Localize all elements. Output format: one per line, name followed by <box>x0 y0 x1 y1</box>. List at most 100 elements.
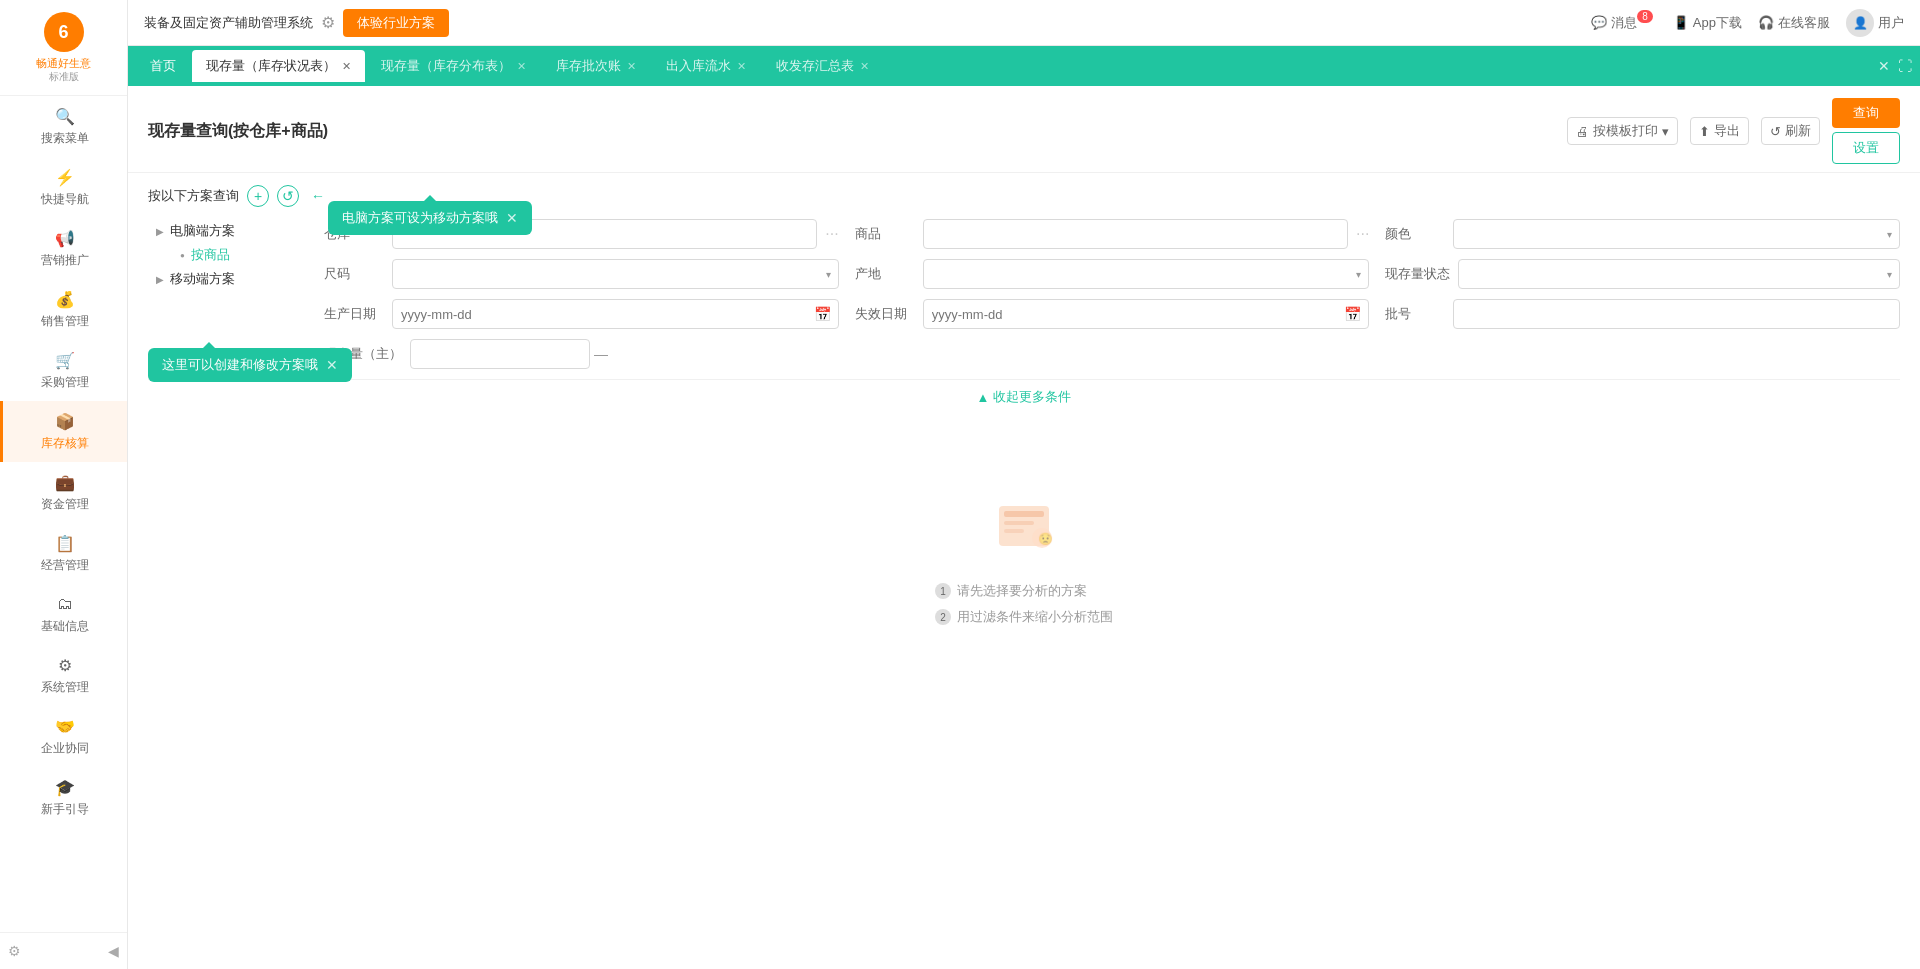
logo-area: 6 畅通好生意 标准版 <box>0 0 127 96</box>
scheme-popover1-text: 电脑方案可设为移动方案哦 <box>342 209 498 227</box>
batch-no-label: 批号 <box>1385 305 1445 323</box>
tab-batch-close[interactable]: ✕ <box>627 60 636 73</box>
inv-main-min[interactable] <box>410 339 590 369</box>
scheme-pc[interactable]: ▶ 电脑端方案 <box>148 219 308 243</box>
sidebar-item-basic[interactable]: 🗂 基础信息 <box>0 584 127 645</box>
tab-bar: 首页 现存量（库存状况表） ✕ 现存量（库存分布表） ✕ 库存批次账 ✕ 出入库… <box>128 46 1920 86</box>
filter-row-1: 仓库 ··· 商品 ··· 颜色 <box>324 219 1900 249</box>
scheme-mobile[interactable]: ▶ 移动端方案 <box>148 267 308 291</box>
collapse-btn[interactable]: ▲ 收起更多条件 <box>148 379 1900 414</box>
sidebar-item-operation[interactable]: 📋 经营管理 <box>0 523 127 584</box>
export-button[interactable]: ⬆ 导出 <box>1690 117 1749 145</box>
exp-date-input[interactable] <box>923 299 1370 329</box>
empty-state: 😟 1 请先选择要分析的方案 2 用过滤条件来缩小分析范围 <box>128 426 1920 694</box>
color-select[interactable] <box>1453 219 1900 249</box>
sidebar-item-marketing[interactable]: 📢 营销推广 <box>0 218 127 279</box>
finance-icon: 💼 <box>55 472 75 492</box>
marketing-icon: 📢 <box>55 228 75 248</box>
avatar: 👤 <box>1846 9 1874 37</box>
experience-button[interactable]: 体验行业方案 <box>343 9 449 37</box>
step-1-text: 请先选择要分析的方案 <box>957 582 1087 600</box>
quicknav-icon: ⚡ <box>55 167 75 187</box>
tab-batch[interactable]: 库存批次账 ✕ <box>542 50 650 82</box>
main-content: 装备及固定资产辅助管理系统 ⚙ 体验行业方案 💬 消息 8 📱 App下载 🎧 … <box>128 0 1920 969</box>
step-2-text: 用过滤条件来缩小分析范围 <box>957 608 1113 626</box>
tab-inventory-dist[interactable]: 现存量（库存分布表） ✕ <box>367 50 540 82</box>
filter-area: 按以下方案查询 + ↺ ← 电脑方案可设为移动方案哦 ✕ 这里可以创建和修改方案… <box>128 173 1920 426</box>
system-title: 装备及固定资产辅助管理系统 <box>144 14 313 32</box>
svg-rect-1 <box>1004 511 1044 517</box>
tab-inout-label: 出入库流水 <box>666 57 731 75</box>
filter-row-4: 现存量（主） — <box>324 339 1900 369</box>
print-icon: 🖨 <box>1576 124 1589 139</box>
warehouse-dots[interactable]: ··· <box>825 225 838 243</box>
user-action[interactable]: 👤 用户 <box>1846 9 1904 37</box>
settings-bottom-icon[interactable]: ⚙ <box>8 943 21 959</box>
app-download-action[interactable]: 📱 App下载 <box>1673 14 1742 32</box>
collapse-sidebar-icon[interactable]: ◀ <box>108 943 119 959</box>
sidebar-item-quicknav[interactable]: ⚡ 快捷导航 <box>0 157 127 218</box>
content-area: 现存量查询(按仓库+商品) 🖨 按模板打印 ▾ ⬆ 导出 ↺ 刷新 查询 设置 <box>128 86 1920 969</box>
origin-select[interactable] <box>923 259 1370 289</box>
notification-badge: 8 <box>1637 10 1653 23</box>
sidebar-item-enterprise[interactable]: 🤝 企业协同 <box>0 706 127 767</box>
print-button[interactable]: 🖨 按模板打印 ▾ <box>1567 117 1678 145</box>
tab-inout[interactable]: 出入库流水 ✕ <box>652 50 760 82</box>
step-num-1: 1 <box>935 583 951 599</box>
sidebar-item-finance[interactable]: 💼 资金管理 <box>0 462 127 523</box>
goods-label: 商品 <box>855 225 915 243</box>
tab-inventory-status-close[interactable]: ✕ <box>342 60 351 73</box>
tab-maximize-icon[interactable]: ⛶ <box>1898 58 1912 74</box>
filter-prod-date: 生产日期 📅 <box>324 299 839 329</box>
message-action[interactable]: 💬 消息 8 <box>1591 14 1657 32</box>
tab-summary[interactable]: 收发存汇总表 ✕ <box>762 50 883 82</box>
scheme-popover2-close[interactable]: ✕ <box>326 357 338 373</box>
batch-no-input[interactable] <box>1453 299 1900 329</box>
inventory-icon: 📦 <box>55 411 75 431</box>
export-icon: ⬆ <box>1699 124 1710 139</box>
print-dropdown-icon: ▾ <box>1662 124 1669 139</box>
collapse-label: 收起更多条件 <box>993 388 1071 406</box>
tab-close-all-icon[interactable]: ✕ <box>1878 58 1890 74</box>
search-icon: 🔍 <box>55 106 75 126</box>
inv-main-range: — <box>410 339 1900 369</box>
header-settings-icon[interactable]: ⚙ <box>321 13 335 32</box>
tab-home[interactable]: 首页 <box>136 51 190 81</box>
scheme-pc-sub[interactable]: ● 按商品 <box>148 243 308 267</box>
search-button[interactable]: 查询 <box>1832 98 1900 128</box>
sidebar-item-sales[interactable]: 💰 销售管理 <box>0 279 127 340</box>
online-service-action[interactable]: 🎧 在线客服 <box>1758 14 1830 32</box>
tab-summary-close[interactable]: ✕ <box>860 60 869 73</box>
size-select[interactable] <box>392 259 839 289</box>
page-title: 现存量查询(按仓库+商品) <box>148 121 328 142</box>
tab-inventory-dist-close[interactable]: ✕ <box>517 60 526 73</box>
origin-select-wrap: ▾ <box>923 259 1370 289</box>
goods-dots[interactable]: ··· <box>1356 225 1369 243</box>
sidebar-item-search[interactable]: 🔍 搜索菜单 <box>0 96 127 157</box>
inv-status-label: 现存量状态 <box>1385 265 1450 283</box>
reset-button[interactable]: 设置 <box>1832 132 1900 164</box>
sidebar-item-purchase[interactable]: 🛒 采购管理 <box>0 340 127 401</box>
goods-input[interactable] <box>923 219 1348 249</box>
sidebar-menu: 🔍 搜索菜单 ⚡ 快捷导航 📢 营销推广 💰 销售管理 🛒 采购管理 📦 库存核… <box>0 96 127 932</box>
page-header: 现存量查询(按仓库+商品) 🖨 按模板打印 ▾ ⬆ 导出 ↺ 刷新 查询 设置 <box>128 86 1920 173</box>
add-scheme-btn[interactable]: + <box>247 185 269 207</box>
filter-label: 按以下方案查询 <box>148 187 239 205</box>
arrow-btn[interactable]: ← <box>307 185 329 207</box>
size-label: 尺码 <box>324 265 384 283</box>
tab-batch-label: 库存批次账 <box>556 57 621 75</box>
sidebar-item-inventory[interactable]: 📦 库存核算 <box>0 401 127 462</box>
empty-steps: 1 请先选择要分析的方案 2 用过滤条件来缩小分析范围 <box>935 582 1113 634</box>
basic-icon: 🗂 <box>55 594 75 614</box>
refresh-scheme-btn[interactable]: ↺ <box>277 185 299 207</box>
sidebar-item-guide[interactable]: 🎓 新手引导 <box>0 767 127 828</box>
refresh-button[interactable]: ↺ 刷新 <box>1761 117 1820 145</box>
prod-date-input[interactable] <box>392 299 839 329</box>
tab-inventory-status[interactable]: 现存量（库存状况表） ✕ <box>192 50 365 82</box>
system-icon: ⚙ <box>55 655 75 675</box>
inv-status-select[interactable] <box>1458 259 1900 289</box>
sidebar-item-system[interactable]: ⚙ 系统管理 <box>0 645 127 706</box>
scheme-popover1-close[interactable]: ✕ <box>506 210 518 226</box>
filter-color: 颜色 ▾ <box>1385 219 1900 249</box>
tab-inout-close[interactable]: ✕ <box>737 60 746 73</box>
